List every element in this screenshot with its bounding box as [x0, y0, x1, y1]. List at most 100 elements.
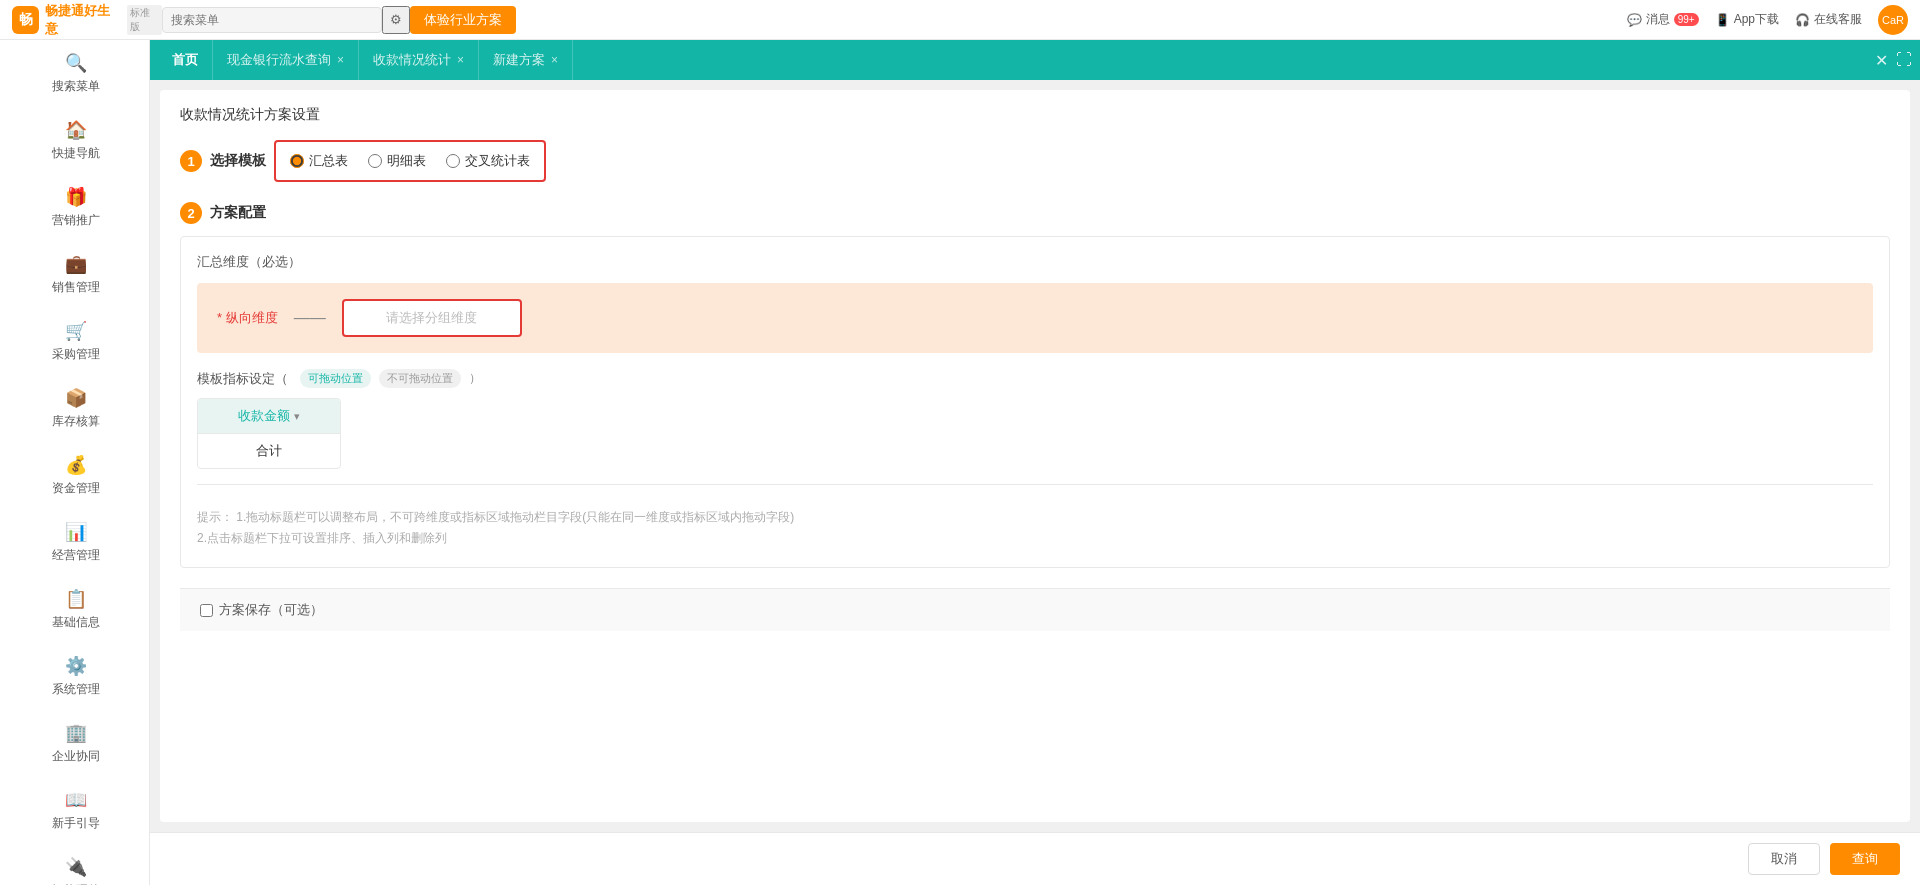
save-plan-input[interactable]: [200, 604, 213, 617]
radio-summary-label: 汇总表: [309, 152, 348, 170]
step1-section: 1 选择模板 汇总表 明细表: [180, 140, 1890, 182]
tips-section: 提示： 1.拖动标题栏可以调整布局，不可跨维度或指标区域拖动栏目字段(只能在同一…: [197, 509, 1873, 547]
tab-bar: 首页 现金银行流水查询 × 收款情况统计 × 新建方案 × ✕ ⛶: [150, 40, 1920, 80]
tip1: 提示： 1.拖动标题栏可以调整布局，不可跨维度或指标区域拖动栏目字段(只能在同一…: [197, 509, 1873, 526]
tab-expand-icon[interactable]: ⛶: [1896, 51, 1912, 69]
sidebar-item-capital[interactable]: 💰 资金管理: [0, 442, 149, 509]
clipboard-icon: 📋: [65, 588, 87, 610]
sidebar-item-quick-nav[interactable]: 🏠 快捷导航: [0, 107, 149, 174]
metrics-label: 模板指标设定（ 可拖动位置 不可拖动位置 ）: [197, 369, 1873, 388]
sidebar-item-corp[interactable]: 🏢 企业协同: [0, 710, 149, 777]
sidebar-item-sales[interactable]: 💼 销售管理: [0, 241, 149, 308]
sidebar-label-capital: 资金管理: [52, 480, 100, 497]
chart-icon: 📊: [65, 521, 87, 543]
dim-select-box[interactable]: 请选择分组维度: [342, 299, 522, 337]
step2-badge: 2: [180, 202, 202, 224]
search-icon: 🔍: [65, 52, 87, 74]
radio-cross-input[interactable]: [446, 154, 460, 168]
dim-arrow: ——: [294, 309, 326, 327]
download-action[interactable]: 📱 App下载: [1715, 11, 1779, 28]
avatar[interactable]: CaR: [1878, 5, 1908, 35]
radio-detail[interactable]: 明细表: [368, 152, 426, 170]
message-icon: 💬: [1627, 13, 1642, 27]
radio-detail-input[interactable]: [368, 154, 382, 168]
logo-name: 畅捷通好生意: [45, 2, 121, 38]
template-selector: 汇总表 明细表 交叉统计表: [274, 140, 546, 182]
tab-bank-close[interactable]: ×: [337, 53, 344, 67]
sidebar-label-quick-nav: 快捷导航: [52, 145, 100, 162]
sidebar-item-inventory[interactable]: 📦 库存核算: [0, 375, 149, 442]
metrics-header-label: 收款金额: [238, 407, 290, 425]
search-input[interactable]: [171, 13, 373, 27]
page-content: 收款情况统计方案设置 1 选择模板 汇总表: [150, 80, 1920, 832]
radio-summary-input[interactable]: [290, 154, 304, 168]
step1-badge: 1: [180, 150, 202, 172]
sidebar-item-purchase[interactable]: 🛒 采购管理: [0, 308, 149, 375]
gift-icon: 🎁: [65, 186, 87, 208]
tab-home[interactable]: 首页: [158, 40, 213, 80]
sidebar-item-operation[interactable]: 📊 经营管理: [0, 509, 149, 576]
logo: 畅 畅捷通好生意 标准版: [12, 2, 162, 38]
sidebar-item-marketing[interactable]: 🎁 营销推广: [0, 174, 149, 241]
metrics-section: 模板指标设定（ 可拖动位置 不可拖动位置 ） 收款金额 ▾: [197, 369, 1873, 472]
sidebar-label-basic: 基础信息: [52, 614, 100, 631]
step2-section: 2 方案配置 汇总维度（必选） * 纵向维度 —— 请选择分组维度: [180, 202, 1890, 568]
building-icon: 🏢: [65, 722, 87, 744]
tab-new-plan-close[interactable]: ×: [551, 53, 558, 67]
gear-button[interactable]: ⚙: [382, 6, 410, 34]
tab-collection[interactable]: 收款情况统计 ×: [359, 40, 479, 80]
content-area: 首页 现金银行流水查询 × 收款情况统计 × 新建方案 × ✕ ⛶ 收款情况统计…: [150, 40, 1920, 885]
sidebar-item-system[interactable]: ⚙️ 系统管理: [0, 643, 149, 710]
dim-area: * 纵向维度 —— 请选择分组维度: [197, 283, 1873, 353]
sidebar-item-basic[interactable]: 📋 基础信息: [0, 576, 149, 643]
radio-summary[interactable]: 汇总表: [290, 152, 348, 170]
step2-title: 方案配置: [210, 204, 266, 222]
industry-button[interactable]: 体验行业方案: [410, 6, 516, 34]
sidebar-label-purchase: 采购管理: [52, 346, 100, 363]
save-plan-checkbox[interactable]: 方案保存（可选）: [200, 601, 323, 619]
sidebar-label-system: 系统管理: [52, 681, 100, 698]
query-button[interactable]: 查询: [1830, 843, 1900, 875]
dim-row: * 纵向维度 —— 请选择分组维度: [217, 299, 1853, 337]
drag-pill: 可拖动位置: [300, 369, 371, 388]
sidebar: 🔍 搜索菜单 🏠 快捷导航 🎁 营销推广 💼 销售管理 🛒 采购管理 📦 库存核…: [0, 40, 150, 885]
sidebar-label-corp: 企业协同: [52, 748, 100, 765]
separator: [197, 484, 1873, 485]
sidebar-label-marketing: 营销推广: [52, 212, 100, 229]
sidebar-label-operation: 经营管理: [52, 547, 100, 564]
tab-new-plan[interactable]: 新建方案 ×: [479, 40, 573, 80]
panel-title: 收款情况统计方案设置: [180, 106, 1890, 124]
metrics-table: 收款金额 ▾ 合计: [197, 398, 341, 469]
metrics-suffix: ）: [469, 370, 481, 387]
cancel-button[interactable]: 取消: [1748, 843, 1820, 875]
tab-close-all-icon[interactable]: ✕: [1875, 51, 1888, 70]
sidebar-item-hardware[interactable]: 🔌 智能硬件: [0, 844, 149, 885]
main-wrapper: 🔍 搜索菜单 🏠 快捷导航 🎁 营销推广 💼 销售管理 🛒 采购管理 📦 库存核…: [0, 40, 1920, 885]
search-bar[interactable]: [162, 7, 382, 33]
plug-icon: 🔌: [65, 856, 87, 878]
no-drag-pill: 不可拖动位置: [379, 369, 461, 388]
logo-edition: 标准版: [127, 5, 162, 35]
content-panel: 收款情况统计方案设置 1 选择模板 汇总表: [160, 90, 1910, 822]
sidebar-item-search[interactable]: 🔍 搜索菜单: [0, 40, 149, 107]
service-icon: 🎧: [1795, 13, 1810, 27]
metrics-header[interactable]: 收款金额 ▾: [198, 399, 340, 434]
tab-new-plan-label: 新建方案: [493, 51, 545, 69]
radio-cross[interactable]: 交叉统计表: [446, 152, 530, 170]
step2-header: 2 方案配置: [180, 202, 1890, 224]
metrics-title: 模板指标设定（: [197, 370, 288, 388]
message-action[interactable]: 💬 消息 99+: [1627, 11, 1699, 28]
home-icon: 🏠: [65, 119, 87, 141]
radio-detail-label: 明细表: [387, 152, 426, 170]
dim-title: 汇总维度（必选）: [197, 253, 1873, 271]
tab-bank[interactable]: 现金银行流水查询 ×: [213, 40, 359, 80]
bottom-action-bar: 取消 查询: [150, 832, 1920, 885]
chevron-down-icon[interactable]: ▾: [294, 410, 300, 423]
book-icon: 📖: [65, 789, 87, 811]
radio-cross-label: 交叉统计表: [465, 152, 530, 170]
service-action[interactable]: 🎧 在线客服: [1795, 11, 1862, 28]
tab-collection-close[interactable]: ×: [457, 53, 464, 67]
download-label: App下载: [1734, 11, 1779, 28]
sidebar-item-guide[interactable]: 📖 新手引导: [0, 777, 149, 844]
top-bar: 畅 畅捷通好生意 标准版 ⚙ 体验行业方案 💬 消息 99+ 📱 App下载 🎧…: [0, 0, 1920, 40]
